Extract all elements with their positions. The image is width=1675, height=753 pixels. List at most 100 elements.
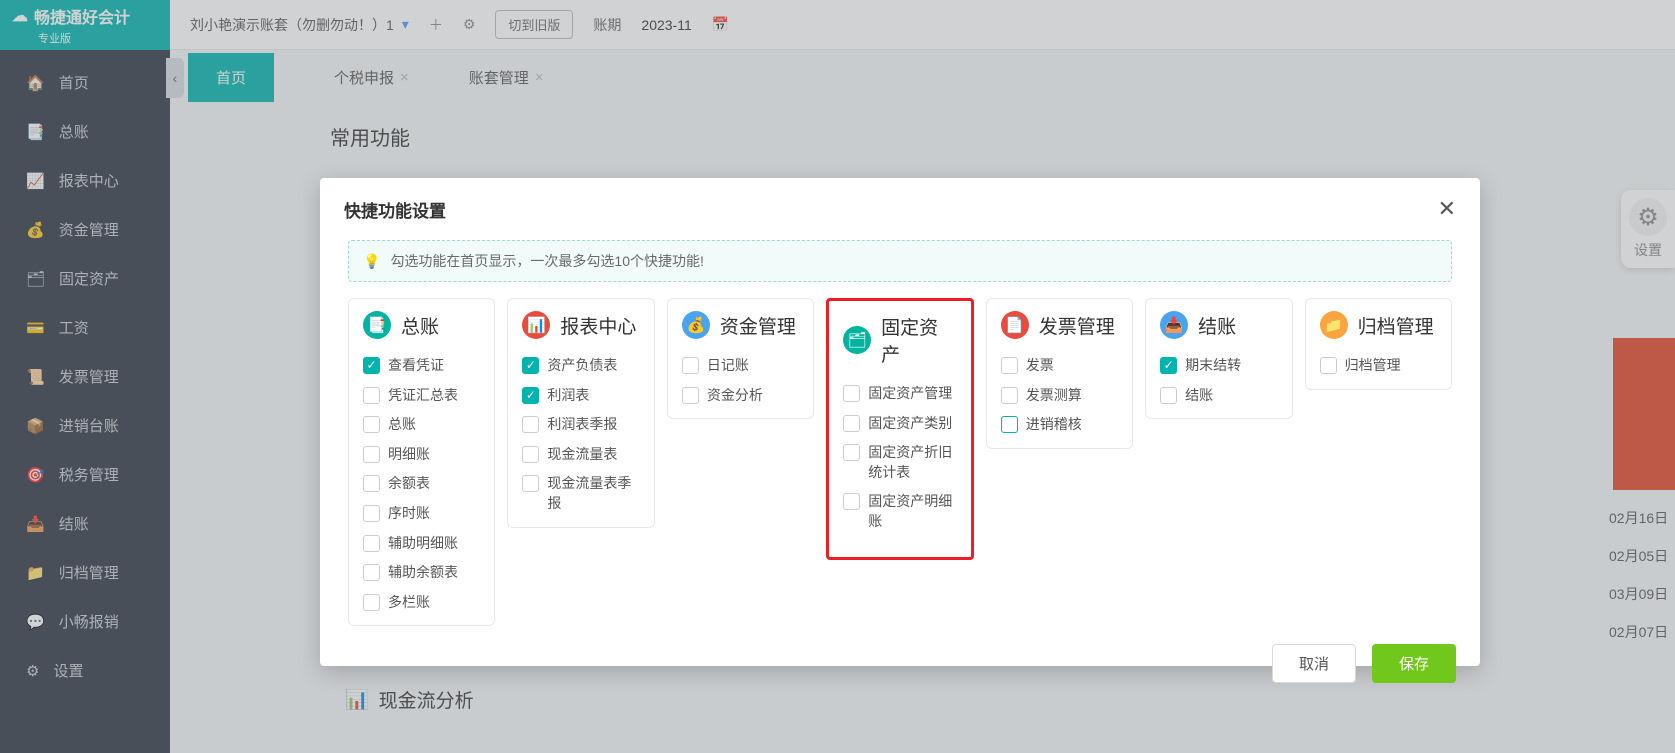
group-icon: 📄 xyxy=(1001,311,1029,339)
checkbox[interactable]: ✓ xyxy=(522,387,539,404)
checkbox-label: 辅助明细账 xyxy=(388,534,458,554)
modal-close-button[interactable]: ✕ xyxy=(1438,196,1456,222)
checkbox-row[interactable]: ✓ 利润表 xyxy=(508,381,653,411)
checkbox-row[interactable]: 固定资产管理 xyxy=(829,379,970,409)
group-name: 资金管理 xyxy=(720,312,796,339)
checkbox-label: 辅助余额表 xyxy=(388,563,458,583)
checkbox-label: 多栏账 xyxy=(388,593,430,613)
modal-footer: 取消 保存 xyxy=(320,626,1480,701)
checkbox-row[interactable]: 辅助余额表 xyxy=(349,558,494,588)
group-icon: 🗂 xyxy=(843,326,871,354)
group-card-header: 📊报表中心 xyxy=(508,299,653,351)
checkbox-row[interactable]: 固定资产类别 xyxy=(829,409,970,439)
checkbox[interactable]: ✓ xyxy=(522,357,539,374)
checkbox[interactable] xyxy=(1001,357,1018,374)
checkbox-row[interactable]: 现金流量表季报 xyxy=(508,469,653,518)
checkbox-row[interactable]: 进销稽核 xyxy=(987,410,1132,440)
checkbox-label: 固定资产管理 xyxy=(868,384,952,404)
checkbox[interactable] xyxy=(363,416,380,433)
group-icon: 💰 xyxy=(682,311,710,339)
checkbox-row[interactable]: 多栏账 xyxy=(349,588,494,618)
group-card-header: 📥结账 xyxy=(1146,299,1291,351)
group-icon: 📥 xyxy=(1160,311,1188,339)
group-icon: 📑 xyxy=(363,311,391,339)
checkbox-label: 结账 xyxy=(1185,386,1213,406)
cancel-button[interactable]: 取消 xyxy=(1272,644,1356,683)
checkbox[interactable] xyxy=(522,446,539,463)
checkbox-row[interactable]: 利润表季报 xyxy=(508,410,653,440)
group-icon: 📁 xyxy=(1320,311,1348,339)
checkbox-row[interactable]: ✓资产负债表 xyxy=(508,351,653,381)
checkbox[interactable] xyxy=(363,475,380,492)
checkbox-row[interactable]: 日记账 xyxy=(668,351,813,381)
checkbox-row[interactable]: ✓ 期末结转 xyxy=(1146,351,1291,381)
checkbox[interactable] xyxy=(843,415,860,432)
checkbox[interactable] xyxy=(843,493,860,510)
save-button[interactable]: 保存 xyxy=(1372,644,1456,683)
checkbox-row[interactable]: 凭证汇总表 xyxy=(349,381,494,411)
checkbox-label: 固定资产明细账 xyxy=(868,492,956,531)
checkbox-row[interactable]: 余额表 xyxy=(349,469,494,499)
group-card-header: 📄 发票管理 xyxy=(987,299,1132,351)
checkbox[interactable] xyxy=(1001,387,1018,404)
checkbox[interactable] xyxy=(363,594,380,611)
checkbox[interactable] xyxy=(363,535,380,552)
checkbox[interactable] xyxy=(843,385,860,402)
group-card-4: 📄 发票管理发票发票测算进销稽核 xyxy=(986,298,1133,449)
checkbox-row[interactable]: 发票测算 xyxy=(987,381,1132,411)
function-groups: 📑总账✓查看凭证凭证汇总表总账明细账余额表序时账辅助明细账辅助余额表多栏账📊报表… xyxy=(320,282,1480,626)
checkbox-label: 发票测算 xyxy=(1026,386,1082,406)
checkbox[interactable] xyxy=(1001,416,1018,433)
group-name: 总账 xyxy=(401,312,439,339)
checkbox[interactable] xyxy=(1160,387,1177,404)
group-name: 发票管理 xyxy=(1039,312,1115,339)
checkbox[interactable] xyxy=(363,505,380,522)
group-card-2: 💰 资金管理日记账资金分析 xyxy=(667,298,814,419)
checkbox-row[interactable]: 结账 xyxy=(1146,381,1291,411)
group-card-1: 📊报表中心✓资产负债表✓利润表利润表季报现金流量表现金流量表季报 xyxy=(507,298,654,528)
checkbox[interactable] xyxy=(363,387,380,404)
checkbox-row[interactable]: 辅助明细账 xyxy=(349,529,494,559)
checkbox[interactable] xyxy=(363,564,380,581)
checkbox-label: 明细账 xyxy=(388,445,430,465)
checkbox-row[interactable]: 总账 xyxy=(349,410,494,440)
checkbox-row[interactable]: 发票 xyxy=(987,351,1132,381)
checkbox-label: 归档管理 xyxy=(1345,356,1401,376)
checkbox[interactable] xyxy=(363,446,380,463)
group-name: 固定资产 xyxy=(881,313,957,367)
checkbox-label: 期末结转 xyxy=(1185,356,1241,376)
modal-header: 快捷功能设置 ✕ xyxy=(320,178,1480,240)
group-name: 归档管理 xyxy=(1358,312,1434,339)
checkbox-label: 利润表季报 xyxy=(547,415,617,435)
checkbox[interactable] xyxy=(682,357,699,374)
checkbox[interactable] xyxy=(522,416,539,433)
checkbox[interactable] xyxy=(682,387,699,404)
checkbox-row[interactable]: 归档管理 xyxy=(1306,351,1451,381)
checkbox-row[interactable]: 序时账 xyxy=(349,499,494,529)
group-name: 报表中心 xyxy=(560,312,636,339)
checkbox[interactable] xyxy=(843,444,860,461)
checkbox-row[interactable]: 资金分析 xyxy=(668,381,813,411)
checkbox-row[interactable]: ✓ 查看凭证 xyxy=(349,351,494,381)
checkbox-label: 资金分析 xyxy=(707,386,763,406)
checkbox-row[interactable]: 固定资产明细账 xyxy=(829,487,970,536)
checkbox-label: 现金流量表 xyxy=(547,445,617,465)
checkbox-row[interactable]: 现金流量表 xyxy=(508,440,653,470)
checkbox-label: 固定资产类别 xyxy=(868,414,952,434)
checkbox[interactable] xyxy=(1320,357,1337,374)
quick-func-modal: 快捷功能设置 ✕ 💡 勾选功能在首页显示，一次最多勾选10个快捷功能! 📑 总账 ✓… xyxy=(320,178,1480,666)
checkbox-label: 日记账 xyxy=(707,356,749,376)
checkbox[interactable]: ✓ xyxy=(1160,357,1177,374)
checkbox[interactable] xyxy=(522,475,539,492)
group-card-header: 📁 归档管理 xyxy=(1306,299,1451,351)
checkbox-row[interactable]: 固定资产折旧统计表 xyxy=(829,438,970,487)
group-card-0: 📑总账✓查看凭证凭证汇总表总账明细账余额表序时账辅助明细账辅助余额表多栏账 xyxy=(348,298,495,626)
checkbox-row[interactable]: 明细账 xyxy=(349,440,494,470)
checkbox-label: 利润表 xyxy=(547,386,589,406)
checkbox[interactable]: ✓ xyxy=(363,357,380,374)
checkbox-label: 查看凭证 xyxy=(388,356,444,376)
modal-tip-bar: 💡 勾选功能在首页显示，一次最多勾选10个快捷功能! xyxy=(348,240,1452,282)
checkbox-label: 进销稽核 xyxy=(1026,415,1082,435)
bulb-icon: 💡 xyxy=(363,253,380,270)
checkbox-label: 固定资产折旧统计表 xyxy=(868,443,956,482)
